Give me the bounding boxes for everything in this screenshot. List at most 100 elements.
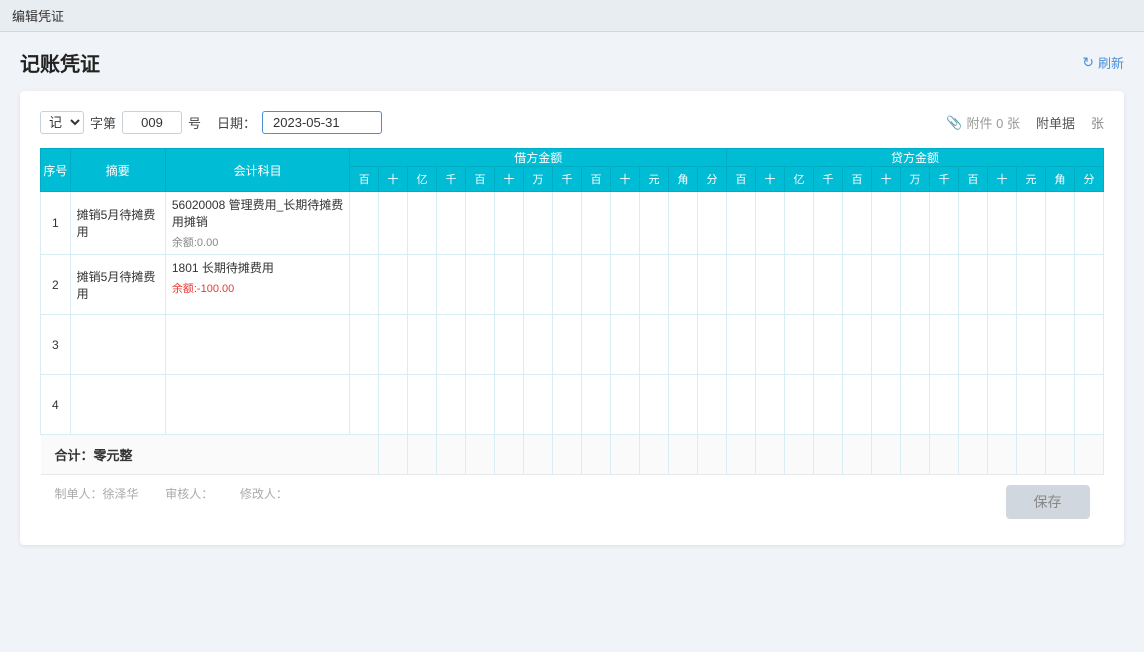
credit-cell[interactable] xyxy=(987,315,1016,375)
attachment-link[interactable]: 📎 附件 0 张 xyxy=(946,113,1020,132)
credit-cell[interactable] xyxy=(755,315,784,375)
debit-cell[interactable] xyxy=(436,375,465,435)
credit-cell[interactable] xyxy=(755,375,784,435)
debit-cell[interactable] xyxy=(552,255,581,315)
debit-cell[interactable] xyxy=(350,192,379,255)
debit-cell[interactable] xyxy=(465,192,494,255)
credit-cell[interactable] xyxy=(784,255,813,315)
debit-cell[interactable] xyxy=(465,255,494,315)
credit-cell[interactable] xyxy=(1074,375,1103,435)
debit-cell[interactable] xyxy=(610,255,639,315)
debit-cell[interactable] xyxy=(697,255,726,315)
credit-cell[interactable] xyxy=(726,192,755,255)
debit-cell[interactable] xyxy=(494,315,523,375)
credit-cell[interactable] xyxy=(1016,315,1045,375)
credit-cell[interactable] xyxy=(871,255,900,315)
credit-cell[interactable] xyxy=(784,315,813,375)
credit-cell[interactable] xyxy=(900,255,929,315)
credit-cell[interactable] xyxy=(813,375,842,435)
debit-cell[interactable] xyxy=(639,375,668,435)
debit-cell[interactable] xyxy=(639,315,668,375)
debit-cell[interactable] xyxy=(639,192,668,255)
debit-cell[interactable] xyxy=(581,192,610,255)
credit-cell[interactable] xyxy=(755,192,784,255)
debit-cell[interactable] xyxy=(378,375,407,435)
credit-cell[interactable] xyxy=(1016,375,1045,435)
debit-cell[interactable] xyxy=(523,192,552,255)
debit-cell[interactable] xyxy=(407,255,436,315)
credit-cell[interactable] xyxy=(1074,192,1103,255)
credit-cell[interactable] xyxy=(987,255,1016,315)
credit-cell[interactable] xyxy=(784,375,813,435)
credit-cell[interactable] xyxy=(726,255,755,315)
credit-cell[interactable] xyxy=(929,375,958,435)
row-summary[interactable]: 摊销5月待摊费用 xyxy=(70,255,165,315)
credit-cell[interactable] xyxy=(1016,192,1045,255)
debit-cell[interactable] xyxy=(436,315,465,375)
debit-cell[interactable] xyxy=(523,255,552,315)
credit-cell[interactable] xyxy=(1074,315,1103,375)
debit-cell[interactable] xyxy=(378,192,407,255)
credit-cell[interactable] xyxy=(929,255,958,315)
debit-cell[interactable] xyxy=(668,375,697,435)
save-button[interactable]: 保存 xyxy=(1006,485,1090,519)
debit-cell[interactable] xyxy=(668,255,697,315)
credit-cell[interactable] xyxy=(755,255,784,315)
credit-cell[interactable] xyxy=(987,375,1016,435)
credit-cell[interactable] xyxy=(900,315,929,375)
debit-cell[interactable] xyxy=(407,192,436,255)
voucher-type-select[interactable]: 记 xyxy=(40,111,84,134)
debit-cell[interactable] xyxy=(552,375,581,435)
debit-cell[interactable] xyxy=(697,192,726,255)
debit-cell[interactable] xyxy=(610,375,639,435)
debit-cell[interactable] xyxy=(697,375,726,435)
debit-cell[interactable] xyxy=(350,375,379,435)
attach-single-label[interactable]: 附单据 xyxy=(1036,113,1075,132)
debit-cell[interactable] xyxy=(581,255,610,315)
debit-cell[interactable] xyxy=(610,315,639,375)
debit-cell[interactable] xyxy=(350,255,379,315)
credit-cell[interactable] xyxy=(813,315,842,375)
credit-cell[interactable] xyxy=(900,375,929,435)
debit-cell[interactable] xyxy=(350,315,379,375)
debit-cell[interactable] xyxy=(378,315,407,375)
credit-cell[interactable] xyxy=(1045,315,1074,375)
credit-cell[interactable] xyxy=(871,192,900,255)
credit-cell[interactable] xyxy=(958,192,987,255)
debit-cell[interactable] xyxy=(465,315,494,375)
row-summary[interactable] xyxy=(70,375,165,435)
credit-cell[interactable] xyxy=(871,375,900,435)
row-subject[interactable] xyxy=(165,375,350,435)
debit-cell[interactable] xyxy=(494,192,523,255)
credit-cell[interactable] xyxy=(929,315,958,375)
debit-cell[interactable] xyxy=(494,255,523,315)
voucher-date-input[interactable] xyxy=(262,111,382,134)
debit-cell[interactable] xyxy=(581,375,610,435)
debit-cell[interactable] xyxy=(610,192,639,255)
debit-cell[interactable] xyxy=(523,315,552,375)
row-subject[interactable]: 1801 长期待摊费用余额:-100.00 xyxy=(165,255,350,315)
credit-cell[interactable] xyxy=(958,315,987,375)
credit-cell[interactable] xyxy=(842,375,871,435)
debit-cell[interactable] xyxy=(581,315,610,375)
debit-cell[interactable] xyxy=(697,315,726,375)
row-summary[interactable]: 摊销5月待摊费用 xyxy=(70,192,165,255)
credit-cell[interactable] xyxy=(1045,192,1074,255)
debit-cell[interactable] xyxy=(378,255,407,315)
credit-cell[interactable] xyxy=(871,315,900,375)
credit-cell[interactable] xyxy=(842,192,871,255)
credit-cell[interactable] xyxy=(929,192,958,255)
credit-cell[interactable] xyxy=(958,375,987,435)
credit-cell[interactable] xyxy=(1045,375,1074,435)
credit-cell[interactable] xyxy=(726,315,755,375)
debit-cell[interactable] xyxy=(639,255,668,315)
credit-cell[interactable] xyxy=(813,192,842,255)
debit-cell[interactable] xyxy=(465,375,494,435)
debit-cell[interactable] xyxy=(494,375,523,435)
debit-cell[interactable] xyxy=(407,375,436,435)
debit-cell[interactable] xyxy=(668,192,697,255)
debit-cell[interactable] xyxy=(523,375,552,435)
credit-cell[interactable] xyxy=(900,192,929,255)
debit-cell[interactable] xyxy=(552,192,581,255)
credit-cell[interactable] xyxy=(813,255,842,315)
